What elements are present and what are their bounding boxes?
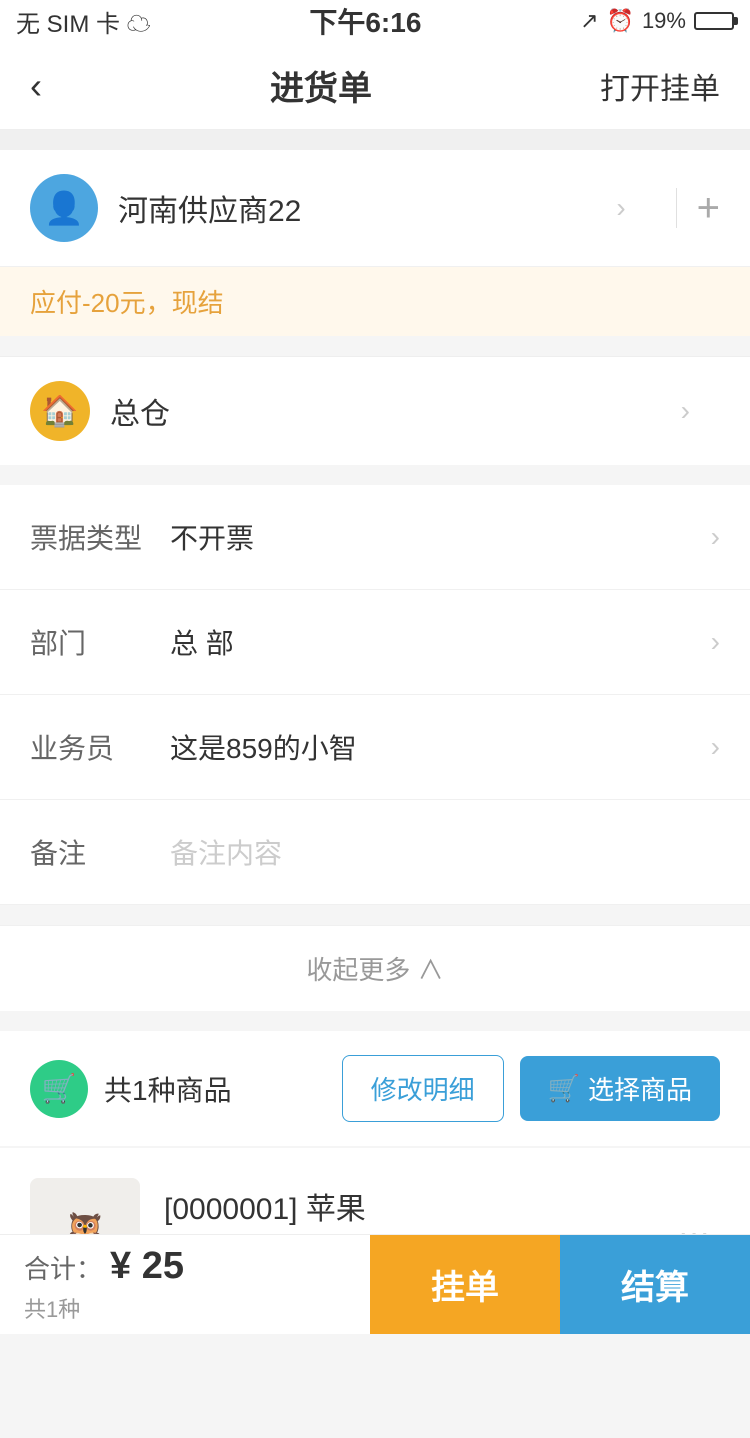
form-section: 票据类型 不开票 › 部门 总 部 › 业务员 这是859的小智 › 备注 备注… — [0, 485, 750, 905]
battery-icon — [694, 12, 734, 30]
warehouse-name: 总仓 — [110, 389, 681, 433]
supplier-name: 河南供应商22 — [118, 186, 616, 230]
status-right: ↗ ⏰ 19% — [580, 8, 734, 34]
total-sub: 共1种 — [24, 1292, 346, 1324]
department-label: 部门 — [30, 622, 170, 662]
product-name: [0000001] 苹果 — [164, 1184, 668, 1228]
nav-bar: ‹ 进货单 打开挂单 — [0, 42, 750, 130]
notice-bar: 应付-20元，现结 — [0, 267, 750, 336]
remark-input[interactable]: 备注内容 — [170, 832, 720, 872]
staff-row[interactable]: 业务员 这是859的小智 › — [0, 695, 750, 800]
open-hang-button[interactable]: 打开挂单 — [600, 64, 720, 108]
top-divider — [0, 130, 750, 150]
edit-detail-button[interactable]: 修改明细 — [342, 1055, 504, 1122]
remark-row[interactable]: 备注 备注内容 — [0, 800, 750, 905]
collapse-button[interactable]: 收起更多 ∧ — [0, 925, 750, 1011]
sim-label: 无 SIM 卡 ☁ — [16, 4, 151, 39]
select-product-button[interactable]: 🛒 选择商品 — [520, 1056, 720, 1121]
invoice-type-label: 票据类型 — [30, 517, 170, 557]
hang-button[interactable]: 挂单 — [370, 1235, 560, 1334]
battery-label: 19% — [642, 8, 686, 34]
total-row: 合计： ¥ 25 — [24, 1245, 346, 1288]
staff-label: 业务员 — [30, 727, 170, 767]
products-icon: 🛒 — [30, 1060, 88, 1118]
page-title: 进货单 — [270, 61, 372, 110]
department-row[interactable]: 部门 总 部 › — [0, 590, 750, 695]
product-title: 苹果 — [306, 1193, 366, 1226]
staff-value: 这是859的小智 — [170, 727, 711, 767]
warehouse-chevron-icon: › — [681, 395, 690, 427]
select-product-label: 选择商品 — [588, 1070, 692, 1107]
back-button[interactable]: ‹ — [30, 65, 42, 107]
bottom-spacer — [0, 1318, 750, 1438]
add-supplier-button[interactable]: + — [697, 186, 720, 231]
person-icon: 👤 — [44, 189, 84, 227]
products-count: 共1种商品 — [104, 1069, 342, 1109]
cart-icon: 🛒 — [42, 1072, 77, 1105]
remark-label: 备注 — [30, 832, 170, 872]
warehouse-row[interactable]: 🏠 总仓 › — [0, 356, 750, 465]
status-time: 下午6:16 — [309, 1, 421, 41]
divider — [676, 188, 677, 228]
supplier-section: 👤 河南供应商22 › + 应付-20元，现结 — [0, 150, 750, 336]
alarm-icon: ⏰ — [607, 8, 634, 34]
total-label: 合计： — [24, 1249, 102, 1286]
total-section: 合计： ¥ 25 共1种 — [0, 1235, 370, 1334]
warehouse-icon: 🏠 — [30, 381, 90, 441]
supplier-chevron-icon: › — [616, 192, 625, 224]
products-header: 🛒 共1种商品 修改明细 🛒 选择商品 — [0, 1031, 750, 1146]
product-code: [0000001] — [164, 1193, 297, 1226]
invoice-chevron-icon: › — [711, 521, 720, 553]
invoice-type-value: 不开票 — [170, 517, 711, 557]
total-amount: ¥ 25 — [110, 1245, 184, 1288]
status-left: 无 SIM 卡 ☁ — [16, 4, 151, 39]
invoice-type-row[interactable]: 票据类型 不开票 › — [0, 485, 750, 590]
status-bar: 无 SIM 卡 ☁ 下午6:16 ↗ ⏰ 19% — [0, 0, 750, 42]
staff-chevron-icon: › — [711, 731, 720, 763]
checkout-button[interactable]: 结算 — [560, 1235, 750, 1334]
department-chevron-icon: › — [711, 626, 720, 658]
select-product-icon: 🛒 — [548, 1073, 580, 1104]
supplier-row[interactable]: 👤 河南供应商22 › + — [0, 150, 750, 267]
department-value: 总 部 — [170, 622, 711, 662]
bottom-bar: 合计： ¥ 25 共1种 挂单 结算 — [0, 1234, 750, 1334]
supplier-avatar: 👤 — [30, 174, 98, 242]
warehouse-section: 🏠 总仓 › — [0, 356, 750, 465]
location-icon: ↗ — [580, 8, 598, 34]
